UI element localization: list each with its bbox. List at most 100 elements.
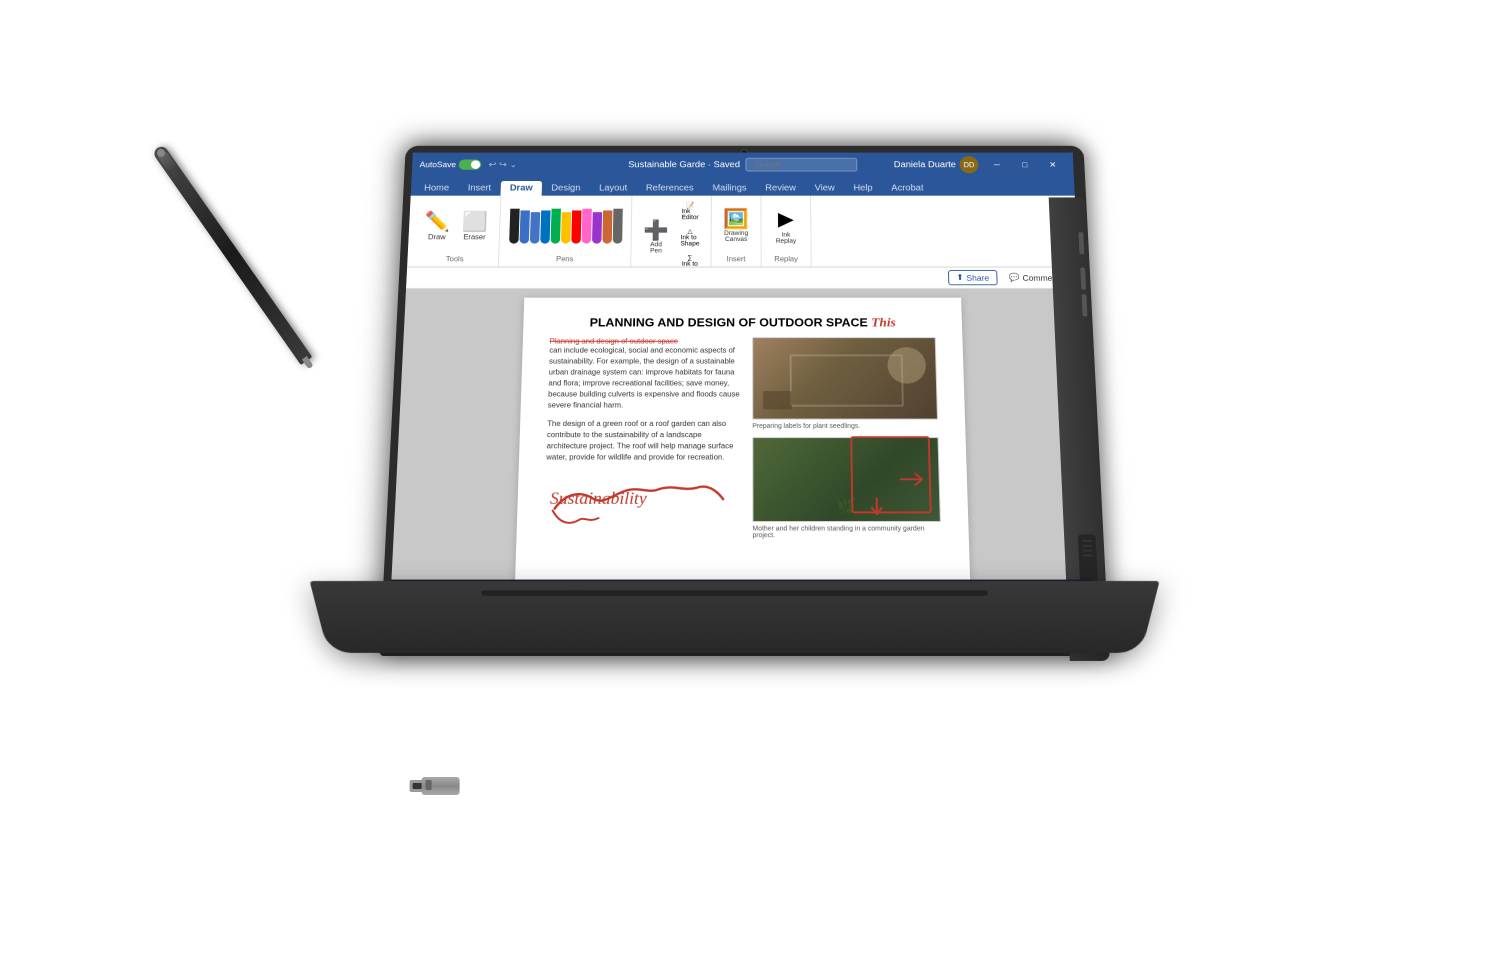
add-pen-icon: ➕	[643, 220, 669, 239]
usb-drive	[410, 771, 460, 801]
autosave-toggle[interactable]	[459, 159, 482, 169]
usb-body	[422, 777, 460, 795]
pen-orange[interactable]	[602, 210, 612, 243]
share-icon: ⬆	[956, 272, 963, 282]
tab-review[interactable]: Review	[756, 180, 805, 195]
tab-references[interactable]: References	[636, 180, 703, 195]
pen-black[interactable]	[509, 208, 520, 243]
maximize-button[interactable]: □	[1011, 156, 1038, 173]
tab-home[interactable]: Home	[414, 180, 458, 195]
volume-up-button[interactable]	[1080, 267, 1086, 289]
pen-red[interactable]	[571, 210, 581, 243]
trackpad[interactable]	[481, 590, 988, 596]
replay-group: ▶ InkReplay Replay	[761, 195, 811, 266]
close-button[interactable]: ✕	[1039, 156, 1066, 173]
pens-content	[508, 199, 622, 253]
doc-photo-2-area: 🌿	[752, 437, 940, 522]
eraser-button[interactable]: ⬜ Eraser	[457, 201, 493, 250]
ink-replay-button[interactable]: ▶ InkReplay	[769, 201, 803, 250]
tab-design[interactable]: Design	[542, 180, 590, 195]
doc-col-left: Planning and design of outdoor space can…	[544, 337, 741, 547]
title-bar-left: AutoSave ↩ ↪ ⌄	[419, 159, 517, 169]
keyboard-base	[310, 581, 1160, 653]
draw-label: Draw	[428, 232, 446, 240]
tab-view[interactable]: View	[805, 180, 844, 195]
ink-editor-label: InkEditor	[682, 208, 699, 220]
pens-group: Pens	[499, 195, 633, 266]
ink-replay-label: InkReplay	[776, 232, 797, 244]
doc-col-right: Preparing labels for plant seedlings. 🌿	[752, 337, 941, 547]
insert-group: 🖼️ DrawingCanvas Insert	[712, 195, 762, 266]
doc-paragraph1: can include ecological, social and econo…	[548, 345, 741, 411]
stylus-pen	[152, 144, 313, 365]
share-label: Share	[966, 273, 989, 282]
pen-purple[interactable]	[592, 212, 602, 243]
tab-help[interactable]: Help	[844, 180, 882, 195]
drawing-canvas-button[interactable]: 🖼️ DrawingCanvas	[719, 201, 753, 250]
power-button[interactable]	[1078, 232, 1084, 254]
user-name: Daniela Duarte	[894, 159, 956, 168]
ribbon-tabs: Home Insert Draw Design Layout Reference…	[411, 176, 1075, 195]
pen-green[interactable]	[550, 208, 560, 243]
scene: AutoSave ↩ ↪ ⌄ Sustainable Garde · Saved…	[0, 0, 1500, 961]
minimize-button[interactable]: ─	[984, 156, 1011, 173]
pen-yellow[interactable]	[560, 212, 570, 243]
pen-pink[interactable]	[581, 208, 591, 243]
doc-name: Sustainable Garde · Saved	[628, 159, 740, 168]
pen-blue1[interactable]	[519, 210, 529, 243]
pen-blue3[interactable]	[540, 210, 550, 243]
comments-icon: 💬	[1009, 272, 1020, 282]
share-button[interactable]: ⬆ Share	[948, 270, 998, 285]
pens-label: Pens	[556, 253, 573, 263]
pen-gray[interactable]	[612, 208, 622, 243]
title-search-input[interactable]	[746, 157, 858, 171]
screen-display: AutoSave ↩ ↪ ⌄ Sustainable Garde · Saved…	[388, 152, 1097, 649]
ink-to-math-button[interactable]: ∑ Ink toMath	[676, 251, 703, 267]
tab-acrobat[interactable]: Acrobat	[882, 180, 933, 195]
tools-label: Tools	[446, 253, 464, 263]
doc-name-area: Sustainable Garde · Saved	[628, 157, 857, 171]
word-app: AutoSave ↩ ↪ ⌄ Sustainable Garde · Saved…	[390, 152, 1096, 614]
autosave-control: AutoSave	[419, 159, 481, 169]
draw-icon: ✏️	[424, 211, 451, 230]
document-area: PLANNING AND DESIGN OF OUTDOOR SPACE Thi…	[391, 288, 1095, 596]
doc-cursive-this: This	[871, 316, 896, 329]
ink-editor-button[interactable]: 📝 InkEditor	[677, 199, 703, 223]
pen-blue2[interactable]	[529, 212, 539, 243]
title-bar-right: Daniela Duarte DD ─ □ ✕	[894, 156, 1067, 173]
share-bar: ⬆ Share 💬 Comments	[406, 267, 1079, 288]
doc-photo-1-caption: Preparing labels for plant seedlings.	[752, 423, 938, 429]
tools-content: ✏️ Draw ⬜ Eraser	[419, 199, 493, 253]
draw-button[interactable]: ✏️ Draw	[419, 201, 455, 250]
tab-layout[interactable]: Layout	[590, 180, 637, 195]
usb-clip	[426, 780, 432, 790]
volume-down-button[interactable]	[1082, 294, 1088, 316]
speaker-grille	[1078, 534, 1097, 562]
convert-content: ➕ AddPen 📝 InkEditor △ Ink toShape ∑ Ink…	[639, 199, 704, 267]
cursive-area: Sustainability	[544, 470, 740, 529]
ink-to-math-label: Ink toMath	[682, 260, 698, 267]
screen-panel: AutoSave ↩ ↪ ⌄ Sustainable Garde · Saved…	[380, 145, 1110, 655]
user-info: Daniela Duarte DD	[894, 156, 979, 173]
photo-1-placeholder	[753, 338, 937, 418]
insert-content: 🖼️ DrawingCanvas	[719, 199, 753, 253]
doc-columns: Planning and design of outdoor space can…	[544, 337, 942, 547]
doc-paragraph2: The design of a green roof or a roof gar…	[546, 418, 741, 463]
add-pen-button[interactable]: ➕ AddPen	[639, 213, 674, 262]
insert-label: Insert	[727, 253, 746, 263]
undo-redo: ↩ ↪ ⌄	[488, 159, 517, 168]
tools-group: ✏️ Draw ⬜ Eraser Tools	[411, 195, 502, 266]
window-controls: ─ □ ✕	[984, 156, 1067, 173]
ink-replay-icon: ▶	[778, 207, 794, 230]
ribbon-toolbar: ✏️ Draw ⬜ Eraser Tools	[407, 195, 1078, 267]
ink-to-shape-button[interactable]: △ Ink toShape	[677, 225, 704, 250]
add-pen-label: AddPen	[650, 241, 662, 253]
doc-photo-1	[752, 337, 938, 419]
tab-draw[interactable]: Draw	[500, 180, 542, 195]
autosave-label: AutoSave	[419, 160, 456, 169]
tab-insert[interactable]: Insert	[458, 180, 501, 195]
tab-mailings[interactable]: Mailings	[703, 180, 756, 195]
replay-content: ▶ InkReplay	[769, 199, 803, 253]
convert-group: ➕ AddPen 📝 InkEditor △ Ink toShape ∑ Ink…	[631, 195, 712, 266]
convert-small-btns: 📝 InkEditor △ Ink toShape ∑ Ink toMath	[676, 199, 703, 267]
